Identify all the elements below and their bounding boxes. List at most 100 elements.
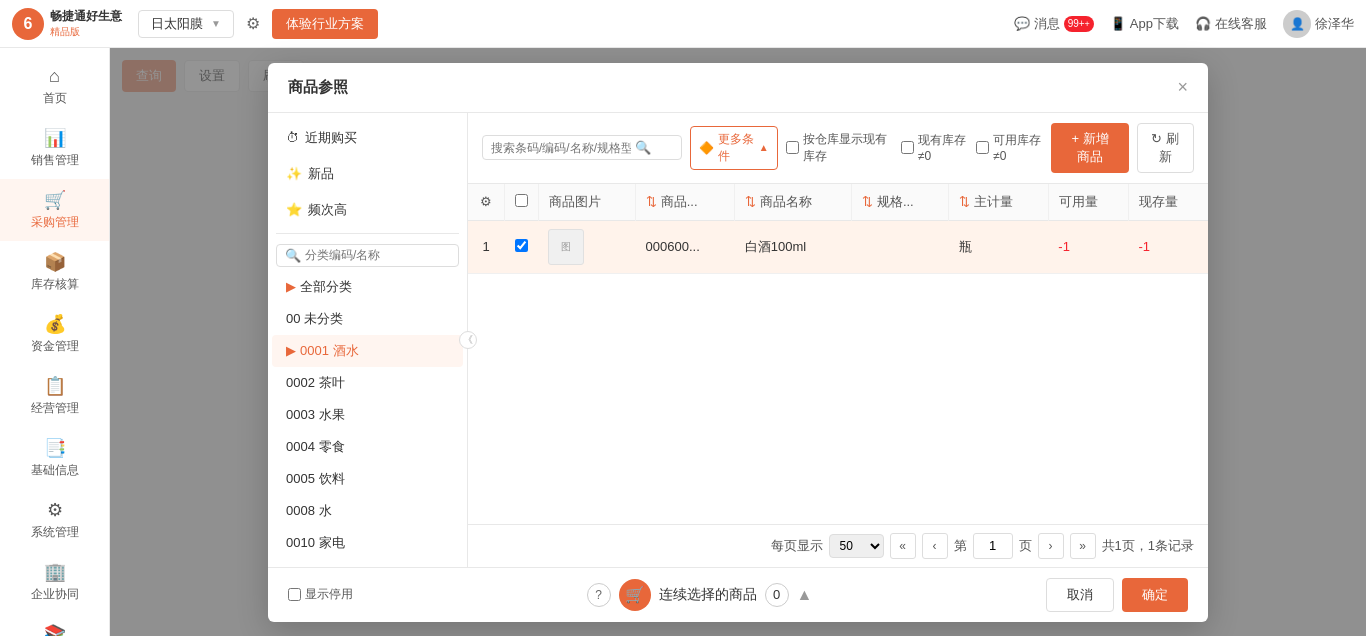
th-code-sort-icon: ⇅ bbox=[646, 194, 657, 209]
product-search-bar[interactable]: 🔍 bbox=[482, 135, 682, 160]
modal-overlay[interactable]: 商品参照 × ⏱ 近期购买 ✨ 新 bbox=[110, 48, 1366, 636]
category-item-all[interactable]: ▶ 全部分类 bbox=[272, 271, 463, 303]
th-name[interactable]: ⇅ 商品名称 bbox=[735, 184, 852, 221]
main-layout: ⌂ 首页 📊 销售管理 🛒 采购管理 📦 库存核算 💰 资金管理 📋 经营管理 … bbox=[0, 48, 1366, 636]
product-search-input[interactable] bbox=[491, 141, 631, 155]
sidebar-item-basic-info[interactable]: 📑 基础信息 bbox=[0, 427, 109, 489]
sidebar-item-sales[interactable]: 📊 销售管理 bbox=[0, 117, 109, 179]
sidebar-item-enterprise[interactable]: 🏢 企业协同 bbox=[0, 551, 109, 613]
th-code[interactable]: ⇅ 商品... bbox=[636, 184, 735, 221]
row-checkbox[interactable] bbox=[515, 239, 528, 252]
category-item-5[interactable]: 0005 饮料 bbox=[272, 463, 463, 495]
sidebar-label-purchase: 采购管理 bbox=[31, 214, 79, 231]
modal-title: 商品参照 bbox=[288, 78, 348, 97]
page-first-button[interactable]: « bbox=[890, 533, 916, 559]
page-label: 第 bbox=[954, 537, 967, 555]
modal-footer: 显示停用 ? 🛒 连续选择的商品 0 ▲ 取消 确定 bbox=[268, 567, 1208, 622]
td-available: -1 bbox=[1048, 220, 1128, 273]
category-label-3: 0003 水果 bbox=[286, 406, 345, 424]
confirm-button[interactable]: 确定 bbox=[1122, 578, 1188, 612]
add-product-button[interactable]: + 新增商品 bbox=[1051, 123, 1128, 173]
td-checkbox[interactable] bbox=[504, 220, 538, 273]
sidebar-item-inventory[interactable]: 📦 库存核算 bbox=[0, 241, 109, 303]
table-row[interactable]: 1 图 000600... 白酒100ml 瓶 -1 -1 bbox=[468, 220, 1208, 273]
sidebar-item-guide[interactable]: 📚 新手引导 bbox=[0, 613, 109, 636]
purchase-icon: 🛒 bbox=[44, 189, 66, 211]
category-item-7[interactable]: 0010 家电 bbox=[272, 527, 463, 559]
th-settings[interactable]: ⚙ bbox=[468, 184, 504, 221]
category-item-2[interactable]: 0002 茶叶 bbox=[272, 367, 463, 399]
category-item-1[interactable]: ▶ 0001 酒水 bbox=[272, 335, 463, 367]
sidebar-item-operations[interactable]: 📋 经营管理 bbox=[0, 365, 109, 427]
product-reference-modal: 商品参照 × ⏱ 近期购买 ✨ 新 bbox=[268, 63, 1208, 622]
warehouse-display-checkbox[interactable]: 按仓库显示现有库存 bbox=[786, 131, 893, 165]
sidebar-label-enterprise: 企业协同 bbox=[31, 586, 79, 603]
nav-app-download[interactable]: 📱 App下载 bbox=[1110, 15, 1179, 33]
sidebar-label-finance: 资金管理 bbox=[31, 338, 79, 355]
finance-icon: 💰 bbox=[44, 313, 66, 335]
sidebar-item-home[interactable]: ⌂ 首页 bbox=[0, 56, 109, 117]
nav-right: 💬 消息 99++ 📱 App下载 🎧 在线客服 👤 徐泽华 bbox=[1014, 10, 1354, 38]
category-item-3[interactable]: 0003 水果 bbox=[272, 399, 463, 431]
category-label-7: 0010 家电 bbox=[286, 534, 345, 552]
th-checkbox[interactable] bbox=[504, 184, 538, 221]
available-stock-input[interactable] bbox=[976, 141, 989, 154]
show-disabled-checkbox[interactable]: 显示停用 bbox=[288, 586, 353, 603]
experience-button[interactable]: 体验行业方案 bbox=[272, 9, 378, 39]
page-next-button[interactable]: › bbox=[1038, 533, 1064, 559]
sidebar-item-purchase[interactable]: 🛒 采购管理 bbox=[0, 179, 109, 241]
pagination: 每页显示 50 20 100 « ‹ 第 页 › bbox=[468, 524, 1208, 567]
sidebar-item-finance[interactable]: 💰 资金管理 bbox=[0, 303, 109, 365]
avatar: 👤 bbox=[1283, 10, 1311, 38]
existing-stock-input[interactable] bbox=[901, 141, 914, 154]
existing-stock-checkbox[interactable]: 现有库存≠0 bbox=[901, 132, 968, 163]
category-item-0[interactable]: 00 未分类 bbox=[272, 303, 463, 335]
th-spec[interactable]: ⇅ 规格... bbox=[852, 184, 949, 221]
right-toolbar: 🔍 🔶 更多条件 ▲ 按仓库显示现有库存 bbox=[468, 113, 1208, 184]
footer-center: ? 🛒 连续选择的商品 0 ▲ bbox=[587, 579, 813, 611]
category-label-6: 0008 水 bbox=[286, 502, 332, 520]
left-nav-new[interactable]: ✨ 新品 bbox=[276, 157, 459, 191]
td-spec bbox=[852, 220, 949, 273]
category-item-4[interactable]: 0004 零食 bbox=[272, 431, 463, 463]
left-nav-frequent[interactable]: ⭐ 频次高 bbox=[276, 193, 459, 227]
category-item-6[interactable]: 0008 水 bbox=[272, 495, 463, 527]
nav-online-service[interactable]: 🎧 在线客服 bbox=[1195, 15, 1267, 33]
footer-collapse-icon[interactable]: ▲ bbox=[797, 586, 813, 604]
cart-icon[interactable]: 🛒 bbox=[619, 579, 651, 611]
nav-user-profile[interactable]: 👤 徐泽华 bbox=[1283, 10, 1354, 38]
left-panel-collapse-button[interactable]: 《 bbox=[459, 331, 477, 349]
sidebar-label-operations: 经营管理 bbox=[31, 400, 79, 417]
show-disabled-input[interactable] bbox=[288, 588, 301, 601]
toolbar-right: + 新增商品 ↻ 刷新 bbox=[1051, 123, 1194, 173]
more-filter-button[interactable]: 🔶 更多条件 ▲ bbox=[690, 126, 778, 170]
page-number-input[interactable] bbox=[973, 533, 1013, 559]
footer-right: 取消 确定 bbox=[1046, 578, 1188, 612]
left-panel-divider bbox=[276, 233, 459, 234]
product-table-body: 1 图 000600... 白酒100ml 瓶 -1 -1 bbox=[468, 220, 1208, 273]
th-unit-sort-icon: ⇅ bbox=[959, 194, 970, 209]
filter-icon: 🔶 bbox=[699, 141, 714, 155]
settings-icon[interactable]: ⚙ bbox=[246, 14, 260, 33]
refresh-button[interactable]: ↻ 刷新 bbox=[1137, 123, 1195, 173]
cancel-button[interactable]: 取消 bbox=[1046, 578, 1114, 612]
page-last-button[interactable]: » bbox=[1070, 533, 1096, 559]
available-stock-label: 可用库存≠0 bbox=[993, 132, 1043, 163]
guide-icon: 📚 bbox=[44, 623, 66, 636]
modal-close-button[interactable]: × bbox=[1177, 77, 1188, 98]
warehouse-checkbox-input[interactable] bbox=[786, 141, 799, 154]
category-search-bar[interactable]: 🔍 bbox=[276, 244, 459, 267]
help-button[interactable]: ? bbox=[587, 583, 611, 607]
per-page-select[interactable]: 50 20 100 bbox=[829, 534, 884, 558]
category-search-input[interactable] bbox=[305, 248, 450, 262]
left-nav-recent[interactable]: ⏱ 近期购买 bbox=[276, 121, 459, 155]
th-unit[interactable]: ⇅ 主计量 bbox=[949, 184, 1049, 221]
select-all-checkbox[interactable] bbox=[515, 194, 528, 207]
username-label: 徐泽华 bbox=[1315, 15, 1354, 33]
nav-dropdown-store[interactable]: 日太阳膜 ▼ bbox=[138, 10, 234, 38]
available-stock-checkbox[interactable]: 可用库存≠0 bbox=[976, 132, 1043, 163]
page-prev-button[interactable]: ‹ bbox=[922, 533, 948, 559]
sidebar-item-system[interactable]: ⚙ 系统管理 bbox=[0, 489, 109, 551]
search-icon[interactable]: 🔍 bbox=[635, 140, 651, 155]
nav-message[interactable]: 💬 消息 99++ bbox=[1014, 15, 1094, 33]
